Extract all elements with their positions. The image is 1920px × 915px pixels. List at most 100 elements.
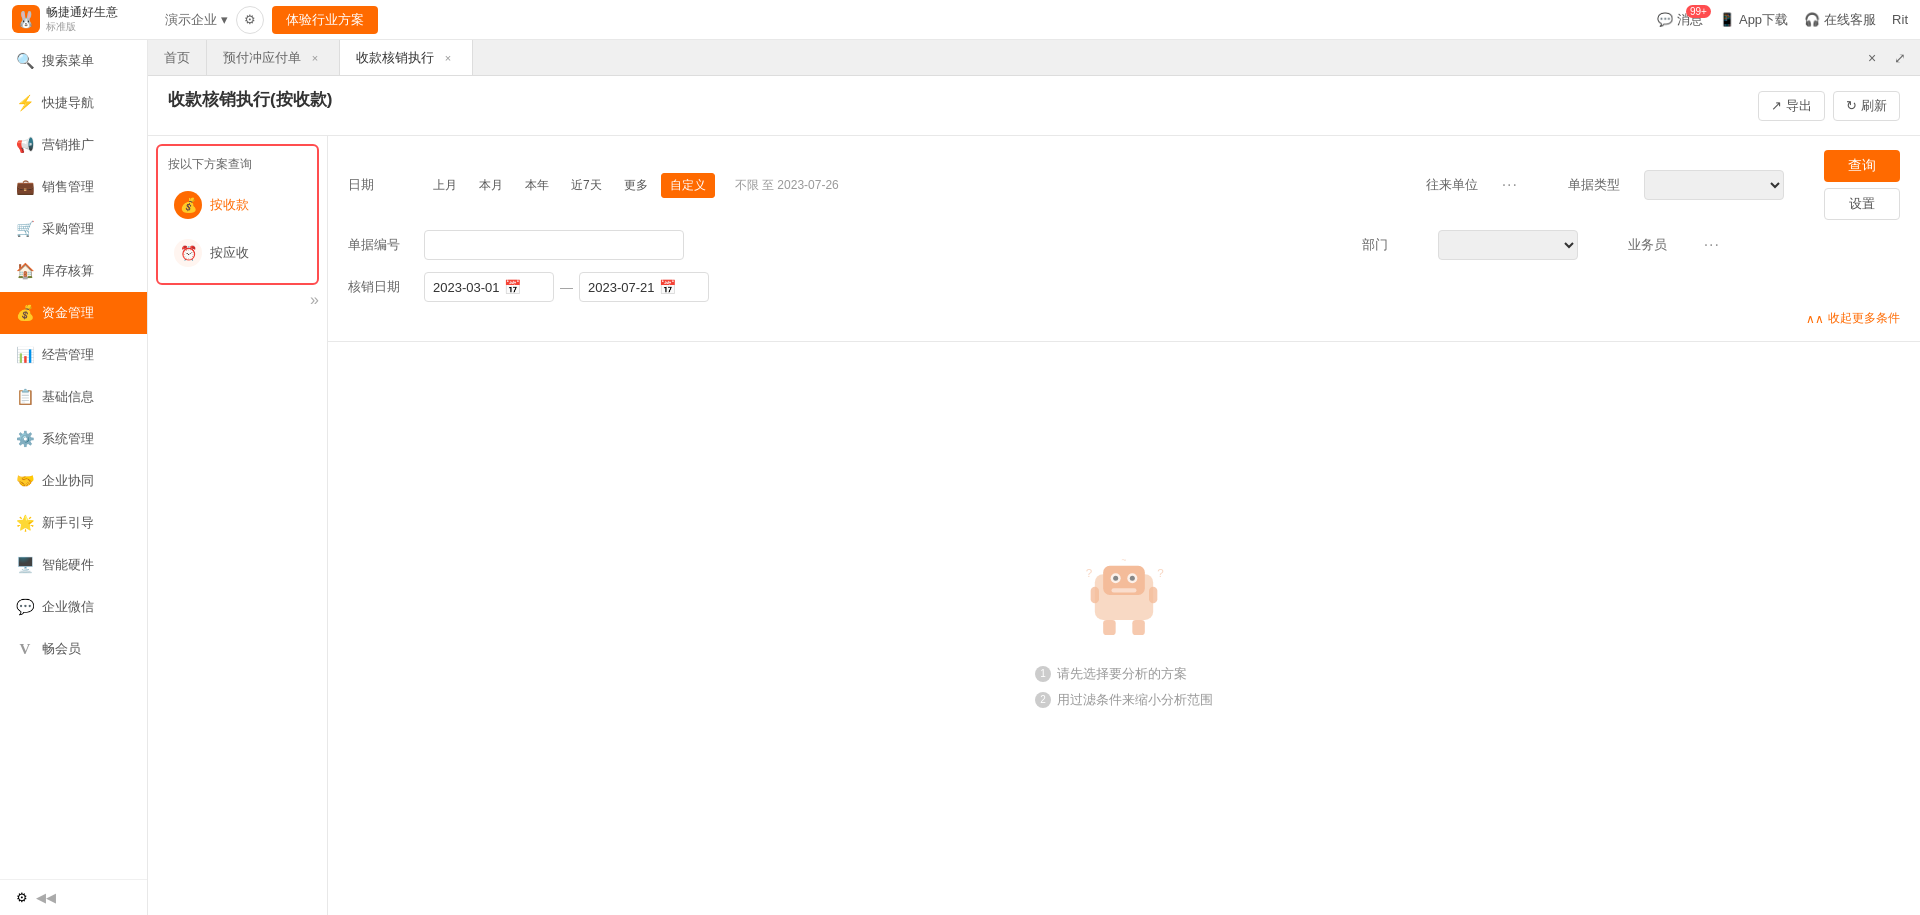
- sidebar-label: 采购管理: [42, 220, 94, 238]
- date-range-text: 不限 至 2023-07-26: [735, 177, 839, 194]
- message-icon: 💬: [1657, 12, 1673, 27]
- tab-prepay[interactable]: 预付冲应付单 ×: [207, 40, 340, 75]
- date-custom[interactable]: 自定义: [661, 173, 715, 198]
- tab-close-all-btn[interactable]: ×: [1860, 46, 1884, 70]
- doc-num-input[interactable]: [424, 230, 684, 260]
- sidebar-item-purchase[interactable]: 🛒 采购管理: [0, 208, 147, 250]
- query-button[interactable]: 查询: [1824, 150, 1900, 182]
- tab-home-label: 首页: [164, 49, 190, 67]
- service-icon: 🎧: [1804, 12, 1820, 27]
- filter-section: 日期 上月 本月 本年 近7天 更多 自定义 不限 至 2023-07-26: [328, 136, 1920, 342]
- message-btn[interactable]: 💬 消息 99+: [1657, 11, 1703, 29]
- verify-start-date[interactable]: 2023-03-01 📅: [424, 272, 554, 302]
- start-calendar-icon[interactable]: 📅: [504, 279, 521, 295]
- purchase-icon: 🛒: [16, 220, 34, 238]
- tip-num-2: 2: [1035, 692, 1051, 708]
- sidebar-item-marketing[interactable]: 📢 营销推广: [0, 124, 147, 166]
- svg-text:~: ~: [1122, 555, 1127, 565]
- query-by-receivable[interactable]: ⏰ 按应收: [158, 229, 317, 277]
- settings-icon[interactable]: ⚙: [16, 890, 28, 905]
- sidebar-item-hardware[interactable]: 🖥️ 智能硬件: [0, 544, 147, 586]
- svg-rect-6: [1112, 588, 1137, 592]
- sidebar-item-search[interactable]: 🔍 搜索菜单: [0, 40, 147, 82]
- sidebar-item-finance[interactable]: 💰 资金管理: [0, 292, 147, 334]
- empty-state: ? ? ~ 1 请先选择要分析的方案 2 用过滤条件来缩小分析范围: [328, 342, 1920, 915]
- search-icon: 🔍: [16, 52, 34, 70]
- tab-collection[interactable]: 收款核销执行 ×: [340, 40, 473, 75]
- empty-illustration: ? ? ~: [1074, 545, 1174, 645]
- sales-dots[interactable]: ···: [1704, 236, 1720, 254]
- dept-select[interactable]: [1438, 230, 1578, 260]
- sidebar-item-sales[interactable]: 💼 销售管理: [0, 166, 147, 208]
- collapse-panel-btn[interactable]: »: [310, 291, 319, 309]
- member-icon: V: [16, 641, 34, 658]
- query-collection-label: 按收款: [210, 196, 249, 214]
- sidebar-item-enterprise[interactable]: 🤝 企业协同: [0, 460, 147, 502]
- company-selector[interactable]: 演示企业 ▾: [165, 11, 228, 29]
- query-panel-box: 按以下方案查询 💰 按收款 ⏰ 按应收: [156, 144, 319, 285]
- collapse-sidebar-btn[interactable]: ◀◀: [36, 890, 56, 905]
- sidebar-item-guide[interactable]: 🌟 新手引导: [0, 502, 147, 544]
- sidebar-item-basic[interactable]: 📋 基础信息: [0, 376, 147, 418]
- sidebar-label: 企业微信: [42, 598, 94, 616]
- main-content: 按以下方案查询 💰 按收款 ⏰ 按应收 »: [148, 136, 1920, 915]
- gear-button[interactable]: ⚙: [236, 6, 264, 34]
- doc-type-select[interactable]: [1644, 170, 1784, 200]
- sidebar-label: 快捷导航: [42, 94, 94, 112]
- end-calendar-icon[interactable]: 📅: [659, 279, 676, 295]
- date-7days[interactable]: 近7天: [562, 173, 611, 198]
- left-query-panel: 按以下方案查询 💰 按收款 ⏰ 按应收 »: [148, 136, 328, 915]
- industry-button[interactable]: 体验行业方案: [272, 6, 378, 34]
- tab-collection-close[interactable]: ×: [440, 50, 456, 66]
- date-filter-label: 日期: [348, 176, 404, 194]
- sidebar-item-wechat[interactable]: 💬 企业微信: [0, 586, 147, 628]
- hardware-icon: 🖥️: [16, 556, 34, 574]
- content-area: 首页 预付冲应付单 × 收款核销执行 × × ⤢ 收款核销执行(按收款): [148, 40, 1920, 915]
- sidebar-item-member[interactable]: V 畅会员: [0, 628, 147, 670]
- collapse-up-icon: ∧∧: [1806, 312, 1824, 326]
- sidebar-label: 智能硬件: [42, 556, 94, 574]
- verify-date-label: 核销日期: [348, 278, 404, 296]
- export-btn[interactable]: ↗ 导出: [1758, 91, 1825, 121]
- verify-end-date[interactable]: 2023-07-21 📅: [579, 272, 709, 302]
- sidebar-label: 营销推广: [42, 136, 94, 154]
- collapse-more-btn[interactable]: ∧∧ 收起更多条件: [348, 306, 1900, 331]
- sales-label: 业务员: [1628, 236, 1684, 254]
- date-more[interactable]: 更多: [615, 173, 657, 198]
- sidebar-item-system[interactable]: ⚙️ 系统管理: [0, 418, 147, 460]
- query-by-collection[interactable]: 💰 按收款: [158, 181, 317, 229]
- quicknav-icon: ⚡: [16, 94, 34, 112]
- setting-button[interactable]: 设置: [1824, 188, 1900, 220]
- counterpart-dots[interactable]: ···: [1502, 176, 1518, 194]
- app-download-btn[interactable]: 📱 App下载: [1719, 11, 1788, 29]
- online-service-btn[interactable]: 🎧 在线客服: [1804, 11, 1876, 29]
- user-name: Rit: [1892, 12, 1908, 27]
- refresh-btn[interactable]: ↻ 刷新: [1833, 91, 1900, 121]
- tab-expand-btn[interactable]: ⤢: [1888, 46, 1912, 70]
- top-bar-right: 💬 消息 99+ 📱 App下载 🎧 在线客服 Rit: [1657, 11, 1908, 29]
- empty-tips: 1 请先选择要分析的方案 2 用过滤条件来缩小分析范围: [1035, 661, 1213, 713]
- svg-rect-8: [1149, 586, 1157, 603]
- date-last-month[interactable]: 上月: [424, 173, 466, 198]
- user-menu[interactable]: Rit: [1892, 12, 1908, 27]
- app-icon: 📱: [1719, 12, 1735, 27]
- verify-date-range: 2023-03-01 📅 — 2023-07-21 📅: [424, 272, 709, 302]
- operation-icon: 📊: [16, 346, 34, 364]
- tab-collection-label: 收款核销执行: [356, 49, 434, 67]
- date-this-year[interactable]: 本年: [516, 173, 558, 198]
- refresh-icon: ↻: [1846, 98, 1857, 113]
- filter-row-3: 核销日期 2023-03-01 📅 — 2023-07-21 📅: [348, 272, 1900, 302]
- chevron-down-icon: ▾: [221, 12, 228, 27]
- tab-home[interactable]: 首页: [148, 40, 207, 75]
- svg-rect-10: [1132, 620, 1145, 635]
- tab-prepay-close[interactable]: ×: [307, 50, 323, 66]
- sidebar-label: 经营管理: [42, 346, 94, 364]
- date-this-month[interactable]: 本月: [470, 173, 512, 198]
- sidebar-label: 库存核算: [42, 262, 94, 280]
- sidebar-item-operation[interactable]: 📊 经营管理: [0, 334, 147, 376]
- sidebar-item-quicknav[interactable]: ⚡ 快捷导航: [0, 82, 147, 124]
- sidebar-item-inventory[interactable]: 🏠 库存核算: [0, 250, 147, 292]
- filter-row-2: 单据编号 部门 业务员 ···: [348, 230, 1900, 260]
- basic-icon: 📋: [16, 388, 34, 406]
- filter-row-1: 日期 上月 本月 本年 近7天 更多 自定义 不限 至 2023-07-26: [348, 150, 1900, 220]
